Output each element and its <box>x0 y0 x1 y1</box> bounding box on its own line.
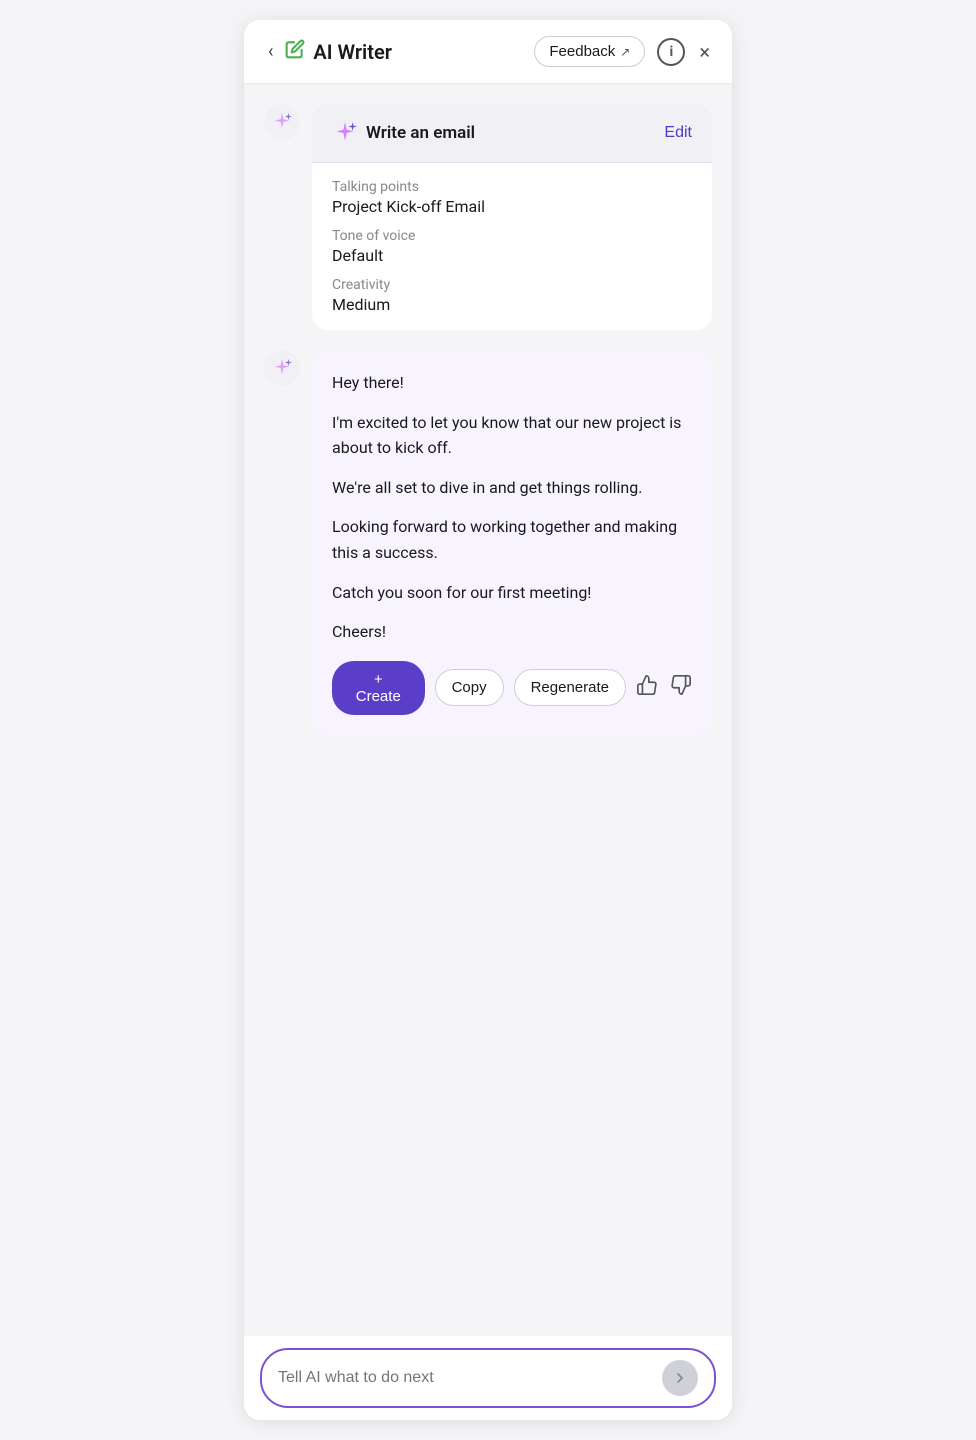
response-p1: Hey there! <box>332 370 692 396</box>
back-button[interactable]: ‹ <box>264 37 277 66</box>
feedback-icons <box>636 674 692 701</box>
close-button[interactable]: × <box>697 38 712 66</box>
field-value-creativity: Medium <box>332 295 692 314</box>
input-wrapper <box>260 1348 716 1408</box>
response-p2: I'm excited to let you know that our new… <box>332 410 692 461</box>
prompt-field-creativity: Creativity Medium <box>332 277 692 314</box>
header: ‹ AI Writer Feedback ↗ i × <box>244 20 732 84</box>
create-button[interactable]: + Create <box>332 661 425 715</box>
thumbs-down-icon[interactable] <box>670 674 692 701</box>
external-link-icon: ↗ <box>620 45 630 59</box>
response-p4: Looking forward to working together and … <box>332 514 692 565</box>
main-content: Write an email Edit Talking points Proje… <box>244 84 732 1336</box>
field-label-tone: Tone of voice <box>332 228 692 244</box>
response-actions: + Create Copy Regenerate <box>332 661 692 715</box>
pencil-icon <box>285 39 305 64</box>
field-value-tone: Default <box>332 246 692 265</box>
prompt-body: Talking points Project Kick-off Email To… <box>312 163 712 330</box>
response-text: Hey there! I'm excited to let you know t… <box>332 370 692 645</box>
prompt-message-row: Write an email Edit Talking points Proje… <box>264 104 712 330</box>
header-right: Feedback ↗ i × <box>534 36 712 67</box>
feedback-label: Feedback <box>549 43 615 60</box>
avatar-response <box>264 350 300 386</box>
response-p3: We're all set to dive in and get things … <box>332 475 692 501</box>
response-p6: Cheers! <box>332 619 692 645</box>
response-p5: Catch you soon for our first meeting! <box>332 580 692 606</box>
copy-button[interactable]: Copy <box>435 669 504 706</box>
input-bar <box>244 1336 732 1420</box>
prompt-field-tone: Tone of voice Default <box>332 228 692 265</box>
response-message-row: Hey there! I'm excited to let you know t… <box>264 350 712 735</box>
field-label-creativity: Creativity <box>332 277 692 293</box>
feedback-button[interactable]: Feedback ↗ <box>534 36 645 67</box>
prompt-title-area: Write an email <box>332 120 475 146</box>
thumbs-up-icon[interactable] <box>636 674 658 701</box>
regenerate-button[interactable]: Regenerate <box>514 669 626 706</box>
edit-button[interactable]: Edit <box>664 124 692 142</box>
avatar-prompt <box>264 104 300 140</box>
response-card: Hey there! I'm excited to let you know t… <box>312 350 712 735</box>
header-left: ‹ AI Writer <box>264 37 534 66</box>
field-value-talking-points: Project Kick-off Email <box>332 197 692 216</box>
prompt-card: Write an email Edit Talking points Proje… <box>312 104 712 330</box>
prompt-card-header: Write an email Edit <box>312 104 712 163</box>
prompt-field-talking-points: Talking points Project Kick-off Email <box>332 179 692 216</box>
ai-input[interactable] <box>278 1369 654 1387</box>
prompt-title: Write an email <box>366 123 475 143</box>
field-label-talking-points: Talking points <box>332 179 692 195</box>
page-title: AI Writer <box>313 40 392 64</box>
info-button[interactable]: i <box>657 38 685 66</box>
send-button[interactable] <box>662 1360 698 1396</box>
